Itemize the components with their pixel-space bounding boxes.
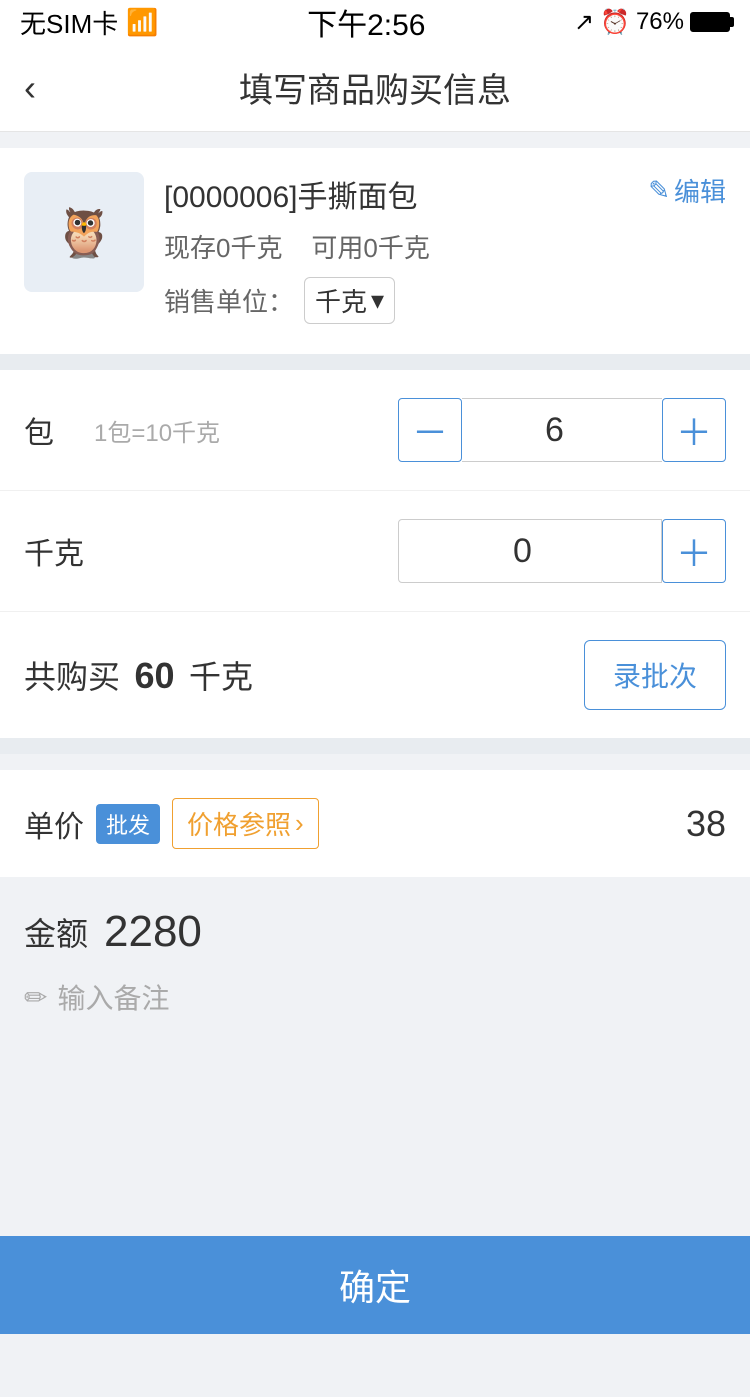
price-type-tag: 批发 — [96, 804, 160, 844]
edit-icon: ✎ — [648, 175, 670, 206]
edit-button[interactable]: ✎ 编辑 — [648, 172, 726, 209]
remark-text: 输入备注 — [57, 977, 169, 1017]
quantity-hint-bao: 1包=10千克 — [94, 413, 398, 448]
nav-bar: ‹ 填写商品购买信息 — [0, 44, 750, 132]
amount-section: 金额 2280 ✏ 输入备注 — [0, 877, 750, 1017]
edit-label: 编辑 — [674, 172, 726, 209]
amount-label: 金额 — [24, 909, 88, 955]
amount-value: 2280 — [104, 907, 202, 957]
qty-input-bao[interactable] — [462, 398, 662, 462]
section-divider-2 — [0, 738, 750, 754]
price-ref-label: 价格参照 — [187, 805, 291, 842]
price-value: 38 — [686, 803, 726, 845]
unit-value: 千克 — [315, 282, 367, 319]
price-ref-button[interactable]: 价格参照 › — [172, 798, 319, 849]
quantity-row-kg: 千克 ＋ — [0, 491, 750, 612]
price-left: 单价 批发 价格参照 › — [24, 798, 319, 849]
quantity-label-bao: 包 — [24, 408, 84, 452]
status-left: 无SIM卡 📶 — [20, 4, 159, 41]
product-unit-row: 销售单位： 千克 ▾ — [164, 277, 726, 324]
quantity-section: 包 1包=10千克 － ＋ 千克 ＋ — [0, 370, 750, 612]
status-right: ↗ ⏰ 76% — [574, 8, 730, 37]
wifi-icon: 📶 — [126, 7, 158, 38]
record-batch-button[interactable]: 录批次 — [584, 640, 726, 710]
available-label: 可用0千克 — [311, 233, 429, 263]
product-info: [0000006]手撕面包 现存0千克 可用0千克 销售单位： 千克 ▾ — [164, 172, 726, 324]
total-prefix: 共购买 — [24, 659, 120, 695]
remark-row[interactable]: ✏ 输入备注 — [24, 977, 726, 1017]
qty-input-kg[interactable] — [398, 519, 662, 583]
battery-level: 76% — [636, 8, 684, 36]
status-time: 下午2:56 — [307, 0, 425, 44]
quantity-label-kg: 千克 — [24, 529, 84, 573]
product-name: [0000006]手撕面包 — [164, 172, 726, 216]
quantity-row-bao: 包 1包=10千克 － ＋ — [0, 370, 750, 491]
qty-plus-button-bao[interactable]: ＋ — [662, 398, 726, 462]
amount-row: 金额 2280 — [24, 907, 726, 957]
back-button[interactable]: ‹ — [24, 67, 36, 109]
price-ref-icon: › — [295, 808, 304, 839]
section-divider-1 — [0, 354, 750, 370]
product-card: 🦉 [0000006]手撕面包 现存0千克 可用0千克 销售单位： 千克 ▾ ✎… — [0, 148, 750, 354]
quantity-control-kg: ＋ — [398, 519, 726, 583]
stock-label: 现存0千克 — [164, 233, 282, 263]
page-title: 填写商品购买信息 — [239, 63, 511, 112]
price-section: 单价 批发 价格参照 › 38 — [0, 770, 750, 877]
total-label-group: 共购买 60 千克 — [24, 652, 253, 698]
confirm-button[interactable]: 确定 — [0, 1236, 750, 1334]
unit-label: 销售单位： — [164, 282, 294, 319]
unit-dropdown-icon: ▾ — [371, 285, 384, 316]
alarm-icon: ⏰ — [600, 8, 630, 37]
carrier-label: 无SIM卡 — [20, 4, 118, 41]
price-label: 单价 — [24, 802, 84, 846]
qty-minus-button-bao[interactable]: － — [398, 398, 462, 462]
product-stock: 现存0千克 可用0千克 — [164, 228, 726, 265]
total-unit: 千克 — [189, 659, 253, 695]
product-thumbnail: 🦉 — [24, 172, 144, 292]
product-thumb-icon: 🦉 — [54, 204, 114, 261]
empty-space — [0, 1017, 750, 1397]
quantity-control-bao: － ＋ — [398, 398, 726, 462]
unit-select[interactable]: 千克 ▾ — [304, 277, 395, 324]
remark-icon: ✏ — [24, 981, 47, 1014]
location-icon: ↗ — [574, 8, 594, 37]
status-bar: 无SIM卡 📶 下午2:56 ↗ ⏰ 76% — [0, 0, 750, 44]
total-row: 共购买 60 千克 录批次 — [0, 612, 750, 738]
total-value: 60 — [134, 655, 174, 696]
qty-plus-button-kg[interactable]: ＋ — [662, 519, 726, 583]
battery-icon — [690, 12, 730, 32]
